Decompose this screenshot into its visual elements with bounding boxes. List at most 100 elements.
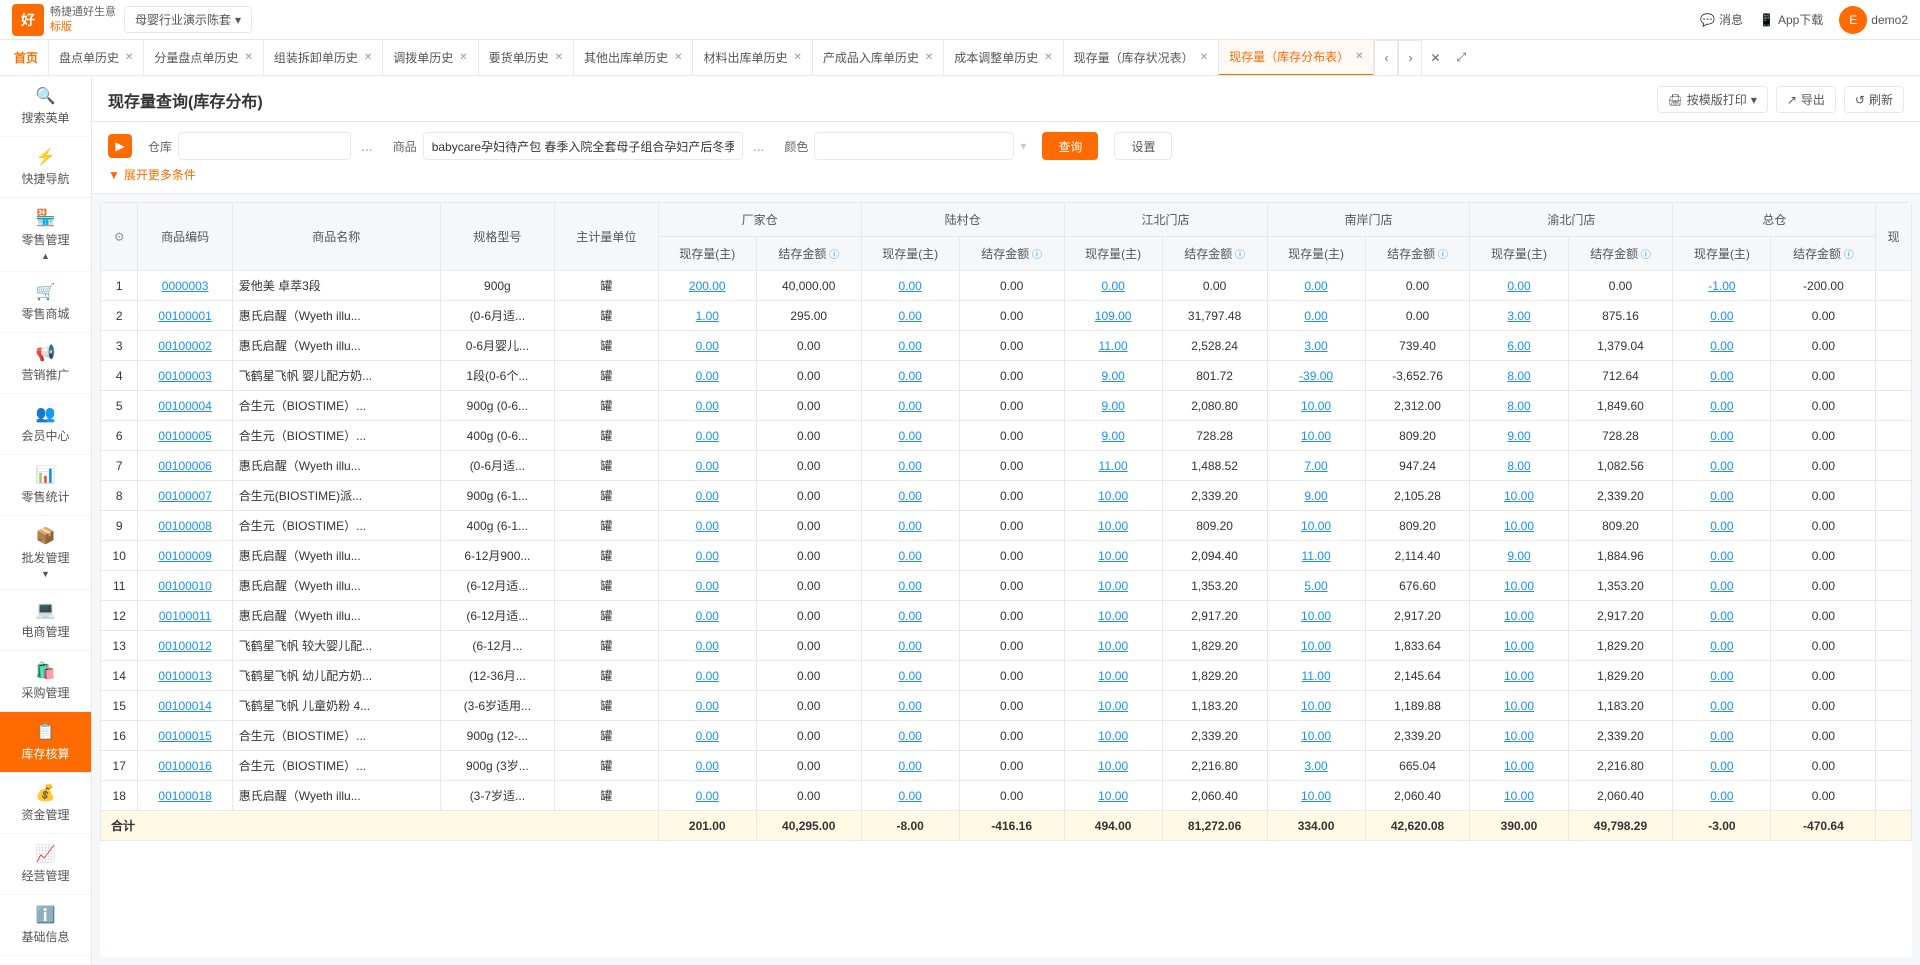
app-download-action[interactable]: 📱 App下载 bbox=[1759, 11, 1823, 28]
tab-prev-btn[interactable]: ‹ bbox=[1374, 40, 1398, 76]
goods-ellipsis-btn[interactable]: ... bbox=[749, 138, 769, 154]
cell-f-amt: 0.00 bbox=[756, 691, 861, 721]
close-icon[interactable]: ✕ bbox=[244, 52, 252, 63]
sidebar-item-member[interactable]: 👥 会员中心 bbox=[0, 394, 91, 455]
close-icon[interactable]: ✕ bbox=[1200, 52, 1208, 63]
cell-jb-qty: 10.00 bbox=[1064, 541, 1162, 571]
close-icon[interactable]: ✕ bbox=[125, 52, 133, 63]
cell-l-amt: 0.00 bbox=[959, 481, 1064, 511]
cell-na-amt: 1,833.64 bbox=[1365, 631, 1470, 661]
user-area[interactable]: E demo2 bbox=[1839, 6, 1908, 34]
sidebar-item-inventory[interactable]: 📋 库存核算 bbox=[0, 712, 91, 773]
jb-amt-info-icon[interactable]: ⓘ bbox=[1232, 250, 1245, 261]
message-action[interactable]: 💬 消息 bbox=[1700, 11, 1743, 28]
tab-home[interactable]: 首页 bbox=[4, 40, 49, 76]
sidebar-item-basic-info[interactable]: ℹ️ 基础信息 bbox=[0, 895, 91, 956]
sidebar-item-purchase[interactable]: 🛍️ 采购管理 bbox=[0, 651, 91, 712]
retail-icon: 🏪 bbox=[36, 208, 56, 228]
warehouse-ellipsis-btn[interactable]: ... bbox=[357, 138, 377, 154]
cell-jb-qty: 9.00 bbox=[1064, 391, 1162, 421]
tab-stock-status[interactable]: 现存量（库存状况表） ✕ bbox=[1064, 40, 1219, 76]
page-header: 现存量查询(库存分布) 🖨 按模版打印 ▾ ↗ 导出 ↺ 刷新 bbox=[92, 76, 1920, 122]
sidebar-item-retail-mgmt[interactable]: 🏪 零售管理 ▲ bbox=[0, 198, 91, 272]
cell-code: 00100006 bbox=[138, 451, 232, 481]
t-amt-info-icon[interactable]: ⓘ bbox=[1841, 250, 1854, 261]
cell-t-amt: 0.00 bbox=[1771, 301, 1876, 331]
tab-material-outbound[interactable]: 材料出库单历史 ✕ bbox=[693, 40, 812, 76]
tab-next-btn[interactable]: › bbox=[1398, 40, 1422, 76]
tab-other-outbound[interactable]: 其他出库单历史 ✕ bbox=[574, 40, 693, 76]
l-amt-info-icon[interactable]: ⓘ bbox=[1029, 250, 1042, 261]
expand-conditions[interactable]: ▼ 展开更多条件 bbox=[108, 166, 1904, 183]
cell-current bbox=[1876, 331, 1912, 361]
cell-spec: (0-6月适... bbox=[440, 301, 554, 331]
tab-inventory-check[interactable]: 盘点单历史 ✕ bbox=[49, 40, 144, 76]
sidebar-item-marketing[interactable]: 📢 营销推广 bbox=[0, 333, 91, 394]
cell-unit: 罐 bbox=[554, 781, 658, 811]
cell-current bbox=[1876, 691, 1912, 721]
tab-expand-btn[interactable]: ⤢ bbox=[1449, 40, 1475, 76]
sidebar-item-operations[interactable]: 📈 经营管理 bbox=[0, 834, 91, 895]
cell-spec: (6-12月适... bbox=[440, 571, 554, 601]
color-input[interactable] bbox=[814, 132, 1014, 160]
close-icon[interactable]: ✕ bbox=[555, 52, 563, 63]
industry-selector[interactable]: 母婴行业演示陈套 ▾ bbox=[124, 6, 252, 33]
warehouse-input[interactable] bbox=[178, 132, 351, 160]
summary-t-amt: -470.64 bbox=[1771, 811, 1876, 841]
collapse-btn[interactable]: ▶ bbox=[108, 134, 132, 158]
close-icon[interactable]: ✕ bbox=[364, 52, 372, 63]
cell-l-amt: 0.00 bbox=[959, 451, 1064, 481]
close-icon[interactable]: ✕ bbox=[459, 52, 467, 63]
tab-cost-adjust[interactable]: 成本调整单历史 ✕ bbox=[944, 40, 1063, 76]
cell-code: 00100003 bbox=[138, 361, 232, 391]
tab-product-inbound[interactable]: 产成品入库单历史 ✕ bbox=[813, 40, 944, 76]
cell-f-qty: 0.00 bbox=[658, 421, 756, 451]
query-btn[interactable]: 查询 bbox=[1042, 132, 1098, 160]
close-icon[interactable]: ✕ bbox=[1044, 52, 1052, 63]
close-icon[interactable]: ✕ bbox=[1355, 51, 1363, 62]
tab-close-all-btn[interactable]: ✕ bbox=[1422, 40, 1448, 76]
goods-input[interactable] bbox=[423, 132, 743, 160]
cell-l-qty: 0.00 bbox=[861, 511, 959, 541]
cell-t-amt: -200.00 bbox=[1771, 271, 1876, 301]
cell-unit: 罐 bbox=[554, 421, 658, 451]
cell-l-amt: 0.00 bbox=[959, 301, 1064, 331]
cell-f-qty: 0.00 bbox=[658, 601, 756, 631]
yb-amt-info-icon[interactable]: ⓘ bbox=[1638, 250, 1651, 261]
sidebar-item-retail-mall[interactable]: 🛒 零售商城 bbox=[0, 272, 91, 333]
cell-f-amt: 0.00 bbox=[756, 601, 861, 631]
cell-l-amt: 0.00 bbox=[959, 421, 1064, 451]
settings-btn[interactable]: 设置 bbox=[1114, 132, 1172, 160]
export-btn[interactable]: ↗ 导出 bbox=[1776, 86, 1836, 113]
cell-code: 00100010 bbox=[138, 571, 232, 601]
settings-icon[interactable]: ⚙ bbox=[114, 230, 125, 244]
f-amt-info-icon[interactable]: ⓘ bbox=[826, 250, 839, 261]
tab-stock-dist-active[interactable]: 现存量（库存分布表） ✕ bbox=[1219, 40, 1374, 76]
cell-current bbox=[1876, 601, 1912, 631]
sidebar-item-finance[interactable]: 💰 资金管理 bbox=[0, 773, 91, 834]
tab-sub-inventory[interactable]: 分量盘点单历史 ✕ bbox=[144, 40, 263, 76]
cell-yb-qty: 0.00 bbox=[1470, 271, 1568, 301]
tab-transfer[interactable]: 调拨单历史 ✕ bbox=[383, 40, 478, 76]
sidebar-item-wholesale[interactable]: 📦 批发管理 ▼ bbox=[0, 516, 91, 590]
close-icon[interactable]: ✕ bbox=[925, 52, 933, 63]
na-amt-info-icon[interactable]: ⓘ bbox=[1435, 250, 1448, 261]
cell-na-amt: 809.20 bbox=[1365, 421, 1470, 451]
refresh-btn[interactable]: ↺ 刷新 bbox=[1844, 86, 1904, 113]
print-btn[interactable]: 🖨 按模版打印 ▾ bbox=[1657, 86, 1768, 113]
cell-current bbox=[1876, 631, 1912, 661]
cell-t-qty: 0.00 bbox=[1673, 391, 1771, 421]
sidebar-item-ecommerce[interactable]: 💻 电商管理 bbox=[0, 590, 91, 651]
tab-assembly[interactable]: 组装拆卸单历史 ✕ bbox=[264, 40, 383, 76]
close-icon[interactable]: ✕ bbox=[793, 52, 801, 63]
cell-unit: 罐 bbox=[554, 601, 658, 631]
sidebar-item-system[interactable]: ⚙️ 系统管理 bbox=[0, 956, 91, 965]
sidebar-item-retail-stats[interactable]: 📊 零售统计 bbox=[0, 455, 91, 516]
sidebar-item-nav[interactable]: ⚡ 快捷导航 bbox=[0, 137, 91, 198]
tab-purchase-order[interactable]: 要货单历史 ✕ bbox=[479, 40, 574, 76]
close-icon[interactable]: ✕ bbox=[674, 52, 682, 63]
operations-icon: 📈 bbox=[36, 844, 56, 864]
sidebar-item-search[interactable]: 🔍 搜索英单 bbox=[0, 76, 91, 137]
cell-jb-qty: 10.00 bbox=[1064, 661, 1162, 691]
cell-t-qty: 0.00 bbox=[1673, 631, 1771, 661]
